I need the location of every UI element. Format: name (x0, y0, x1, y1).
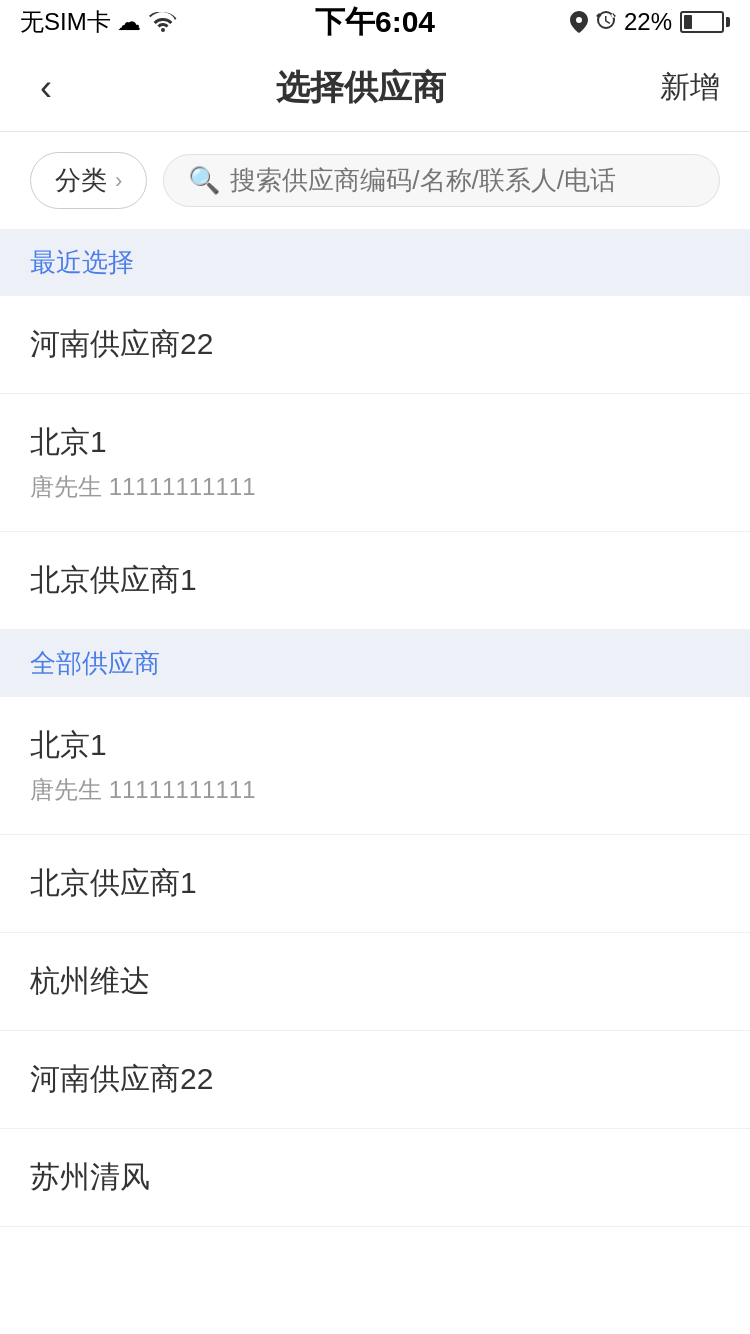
item-name: 北京供应商1 (30, 560, 720, 601)
wifi-icon (149, 12, 177, 32)
item-name: 杭州维达 (30, 961, 720, 1002)
list-item[interactable]: 河南供应商22 (0, 1031, 750, 1129)
back-button[interactable]: ‹ (30, 57, 62, 119)
list-item[interactable]: 苏州清风 (0, 1129, 750, 1227)
list-item[interactable]: 北京1 唐先生 11111111111 (0, 697, 750, 835)
list-item[interactable]: 杭州维达 (0, 933, 750, 1031)
page-title: 选择供应商 (276, 65, 446, 111)
add-button[interactable]: 新增 (660, 67, 720, 108)
list-item[interactable]: 北京供应商1 (0, 835, 750, 933)
status-right: 22% (570, 8, 730, 36)
item-name: 河南供应商22 (30, 324, 720, 365)
list-item[interactable]: 河南供应商22 (0, 296, 750, 394)
all-section-label: 全部供应商 (30, 648, 160, 678)
status-bar: 无SIM卡 ☁ 下午6:04 22% (0, 0, 750, 44)
item-name: 苏州清风 (30, 1157, 720, 1198)
search-icon: 🔍 (188, 165, 220, 196)
recent-section-header: 最近选择 (0, 229, 750, 296)
item-contact: 唐先生 11111111111 (30, 774, 720, 806)
alarm-icon (596, 11, 616, 33)
recent-section-label: 最近选择 (30, 247, 134, 277)
category-label: 分类 (55, 163, 107, 198)
status-time: 下午6:04 (315, 2, 435, 43)
item-contact: 唐先生 11111111111 (30, 471, 720, 503)
item-name: 北京1 (30, 725, 720, 766)
nav-bar: ‹ 选择供应商 新增 (0, 44, 750, 132)
item-name: 河南供应商22 (30, 1059, 720, 1100)
battery-icon (680, 11, 730, 33)
search-input[interactable] (230, 165, 695, 196)
no-sim-label: 无SIM卡 ☁ (20, 6, 141, 38)
status-left: 无SIM卡 ☁ (20, 6, 177, 38)
location-icon (570, 11, 588, 33)
chevron-right-icon: › (115, 168, 122, 194)
filter-bar: 分类 › 🔍 (0, 132, 750, 229)
battery-percent: 22% (624, 8, 672, 36)
list-item[interactable]: 北京供应商1 (0, 532, 750, 630)
category-filter[interactable]: 分类 › (30, 152, 147, 209)
list-item[interactable]: 北京1 唐先生 11111111111 (0, 394, 750, 532)
all-list: 北京1 唐先生 11111111111 北京供应商1 杭州维达 河南供应商22 … (0, 697, 750, 1227)
all-section-header: 全部供应商 (0, 630, 750, 697)
recent-list: 河南供应商22 北京1 唐先生 11111111111 北京供应商1 (0, 296, 750, 630)
item-name: 北京供应商1 (30, 863, 720, 904)
item-name: 北京1 (30, 422, 720, 463)
search-box[interactable]: 🔍 (163, 154, 720, 207)
